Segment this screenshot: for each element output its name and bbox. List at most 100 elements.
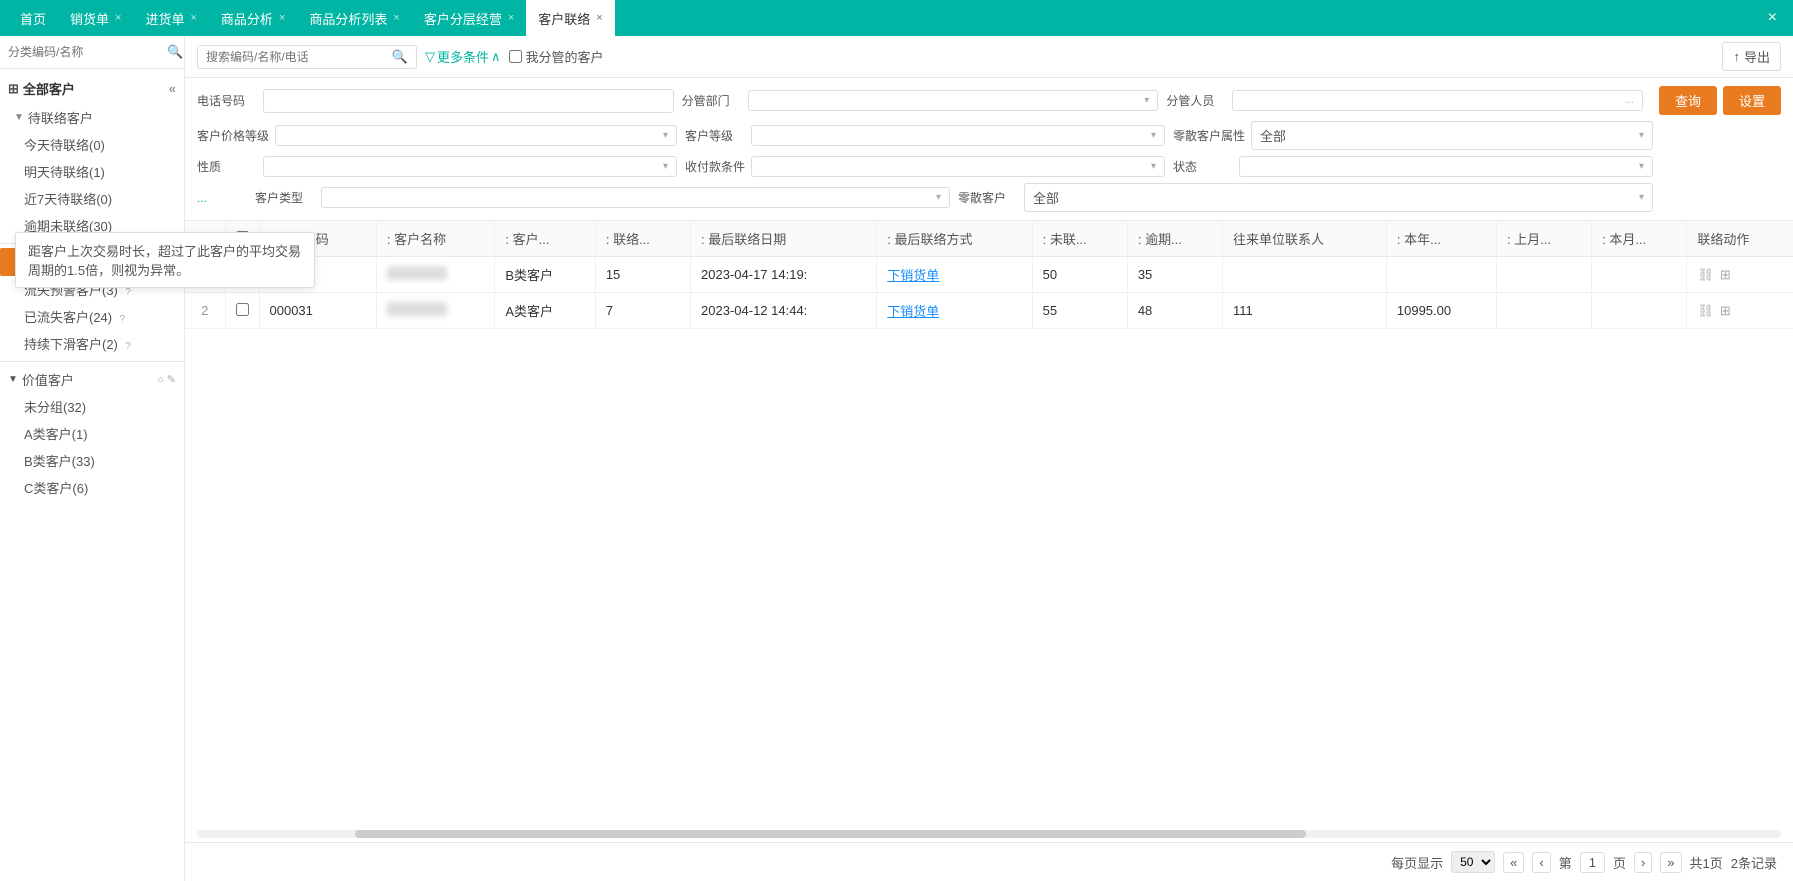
status-select[interactable]: ▾ [1239, 156, 1653, 177]
nav-home[interactable]: 首页 [8, 0, 58, 36]
contact-method-link-2[interactable]: 下销货单 [887, 304, 939, 319]
sidebar-search-icon[interactable]: 🔍 [167, 44, 183, 60]
settings-button[interactable]: 设置 [1723, 86, 1781, 115]
sidebar-collapse-icon[interactable]: « [169, 81, 176, 96]
sidebar-item-churned[interactable]: 已流失客户(24) ? [0, 303, 184, 330]
td-name-2 [376, 293, 494, 329]
export-button[interactable]: ↑ 导出 [1722, 42, 1781, 71]
close-product-analysis-icon[interactable]: × [279, 12, 285, 24]
sidebar-group-value-customers[interactable]: ▼ 价值客户 ○ ✎ [0, 366, 184, 393]
gender-select[interactable]: ▾ [263, 156, 677, 177]
td-idx-2: 2 [185, 293, 225, 329]
retail-attr-select[interactable]: 全部 ▾ [1251, 121, 1653, 150]
row-checkbox-2[interactable] [236, 303, 249, 316]
table-header-row: ⚙ : 客户编码 : 客户名称 : 客户... : 联络... : 最后联络日期… [185, 221, 1793, 257]
sidebar-search-input[interactable] [8, 45, 163, 59]
td-action-2: ⛓ ⊞ [1687, 293, 1793, 329]
filter-row-4: ... 客户类型 ▾ 零散客户 全部 ▾ [197, 183, 1781, 212]
nav-customer-tier[interactable]: 客户分层经营 × [412, 0, 526, 36]
sidebar-item-tomorrow-contact[interactable]: 明天待联络(1) [0, 158, 184, 185]
manager-select[interactable]: ... [1232, 90, 1643, 111]
sidebar-item-class-a[interactable]: A类客户(1) [0, 420, 184, 447]
value-group-edit-icon[interactable]: ○ ✎ [157, 373, 176, 386]
td-checkbox-2 [225, 293, 259, 329]
action-link-icon-1[interactable]: ⛓ [1697, 267, 1714, 283]
first-page-btn[interactable]: « [1503, 852, 1524, 873]
close-purchase-order-icon[interactable]: × [190, 12, 196, 24]
customer-table: ⚙ : 客户编码 : 客户名称 : 客户... : 联络... : 最后联络日期… [185, 221, 1793, 329]
td-action-1: ⛓ ⊞ [1687, 257, 1793, 293]
arrow-down-icon2: ▼ [8, 374, 18, 385]
nav-customer-contact[interactable]: 客户联络 × [526, 0, 614, 36]
sidebar-item-class-c[interactable]: C类客户(6) [0, 474, 184, 501]
filter-cell-manager: 分管人员 ... [1166, 90, 1643, 111]
close-sales-order-icon[interactable]: × [115, 12, 121, 24]
table-row: 1 000039 B类客户 15 2023-04-17 14:19: 下销货单 … [185, 257, 1793, 293]
my-customer-checkbox-label[interactable]: 我分管的客户 [509, 47, 604, 66]
sidebar-item-unclassified[interactable]: 未分组(32) [0, 393, 184, 420]
nav-sales-order[interactable]: 销货单 × [58, 0, 133, 36]
chevron-down-icon5: ▾ [663, 161, 668, 172]
query-button[interactable]: 查询 [1659, 86, 1717, 115]
grid-icon: ⊞ [8, 81, 19, 97]
th-uncontacted: : 未联... [1032, 221, 1127, 257]
pagination: 每页显示 50 « ‹ 第 1 页 › » 共1页 2条记录 [185, 842, 1793, 881]
th-contact: : 联络... [595, 221, 690, 257]
my-customer-checkbox[interactable] [509, 50, 522, 63]
more-conditions-btn[interactable]: ▽ 更多条件 ∧ [425, 47, 501, 66]
sidebar-item-today-contact[interactable]: 今天待联络(0) [0, 131, 184, 158]
next-page-btn[interactable]: › [1634, 852, 1652, 873]
contact-method-link-1[interactable]: 下销货单 [887, 268, 939, 283]
filter-cell-retail-customer: 零散客户 全部 ▾ [958, 183, 1653, 212]
close-product-analysis-list-icon[interactable]: × [393, 12, 399, 24]
window-close-button[interactable]: × [1760, 9, 1785, 27]
table-wrapper: ⚙ : 客户编码 : 客户名称 : 客户... : 联络... : 最后联络日期… [185, 221, 1793, 881]
nav-purchase-order[interactable]: 进货单 × [133, 0, 208, 36]
th-type: : 客户... [495, 221, 595, 257]
customer-grade-select[interactable]: ▾ [751, 125, 1165, 146]
th-unit-contact: 往来单位联系人 [1223, 221, 1387, 257]
table-row: 2 000031 A类客户 7 2023-04-12 14:44: 下销货单 5… [185, 293, 1793, 329]
action-link-icon-2[interactable]: ⛓ [1697, 303, 1714, 319]
last-page-btn[interactable]: » [1660, 852, 1681, 873]
customer-type-select[interactable]: ▾ [321, 187, 950, 208]
sidebar-item-declining[interactable]: 持续下滑客户(2) ? [0, 330, 184, 357]
price-tier-select[interactable]: ▾ [275, 125, 677, 146]
retail-customer-select[interactable]: 全部 ▾ [1024, 183, 1653, 212]
advanced-filters: 电话号码 分管部门 ▾ 分管人员 ... 查询 设置 [185, 78, 1793, 221]
filter-cell-branch: 分管部门 ▾ [682, 90, 1159, 111]
prev-page-btn[interactable]: ‹ [1532, 852, 1550, 873]
td-uncontacted-1: 50 [1032, 257, 1127, 293]
td-last-date-2: 2023-04-12 14:44: [691, 293, 877, 329]
sidebar-group-pending-contact[interactable]: ▼ 待联络客户 [0, 104, 184, 131]
horizontal-scrollbar[interactable] [197, 830, 1781, 838]
payment-select[interactable]: ▾ [751, 156, 1165, 177]
per-page-select[interactable]: 50 [1451, 851, 1495, 873]
sidebar-item-class-b[interactable]: B类客户(33) [0, 447, 184, 474]
th-this-year: : 本年... [1386, 221, 1496, 257]
td-unit-contact-1 [1223, 257, 1387, 293]
sidebar-item-7day-contact[interactable]: 近7天待联络(0) [0, 185, 184, 212]
td-name-1 [376, 257, 494, 293]
close-customer-tier-icon[interactable]: × [508, 12, 514, 24]
filter-cell-retail-attr: 零散客户属性 全部 ▾ [1173, 121, 1653, 150]
td-this-year-1 [1386, 257, 1496, 293]
sidebar-all-customers[interactable]: ⊞ 全部客户 « [0, 73, 184, 104]
export-icon: ↑ [1733, 49, 1740, 64]
phone-input[interactable] [263, 89, 674, 113]
action-grid-icon-1[interactable]: ⊞ [1720, 267, 1731, 283]
main-search-input[interactable] [206, 50, 388, 64]
scrollbar-thumb[interactable] [355, 830, 1305, 838]
close-customer-contact-icon[interactable]: × [596, 12, 602, 24]
nav-product-analysis-list[interactable]: 商品分析列表 × [297, 0, 411, 36]
action-grid-icon-2[interactable]: ⊞ [1720, 303, 1731, 319]
td-last-date-1: 2023-04-17 14:19: [691, 257, 877, 293]
main-search-icon[interactable]: 🔍 [392, 49, 408, 65]
th-this-month: : 本月... [1592, 221, 1687, 257]
sidebar: 🔍 ⊞ 全部客户 « ▼ 待联络客户 今天待联络(0) 明天待联络(1) 近7天… [0, 36, 185, 881]
branch-select[interactable]: ▾ [748, 90, 1159, 111]
nav-product-analysis[interactable]: 商品分析 × [209, 0, 297, 36]
td-type-2: A类客户 [495, 293, 595, 329]
repurchase-tooltip: 距客户上次交易时长，超过了此客户的平均交易周期的1.5倍，则视为异常。 [15, 232, 315, 288]
th-action: 联络动作 [1687, 221, 1793, 257]
